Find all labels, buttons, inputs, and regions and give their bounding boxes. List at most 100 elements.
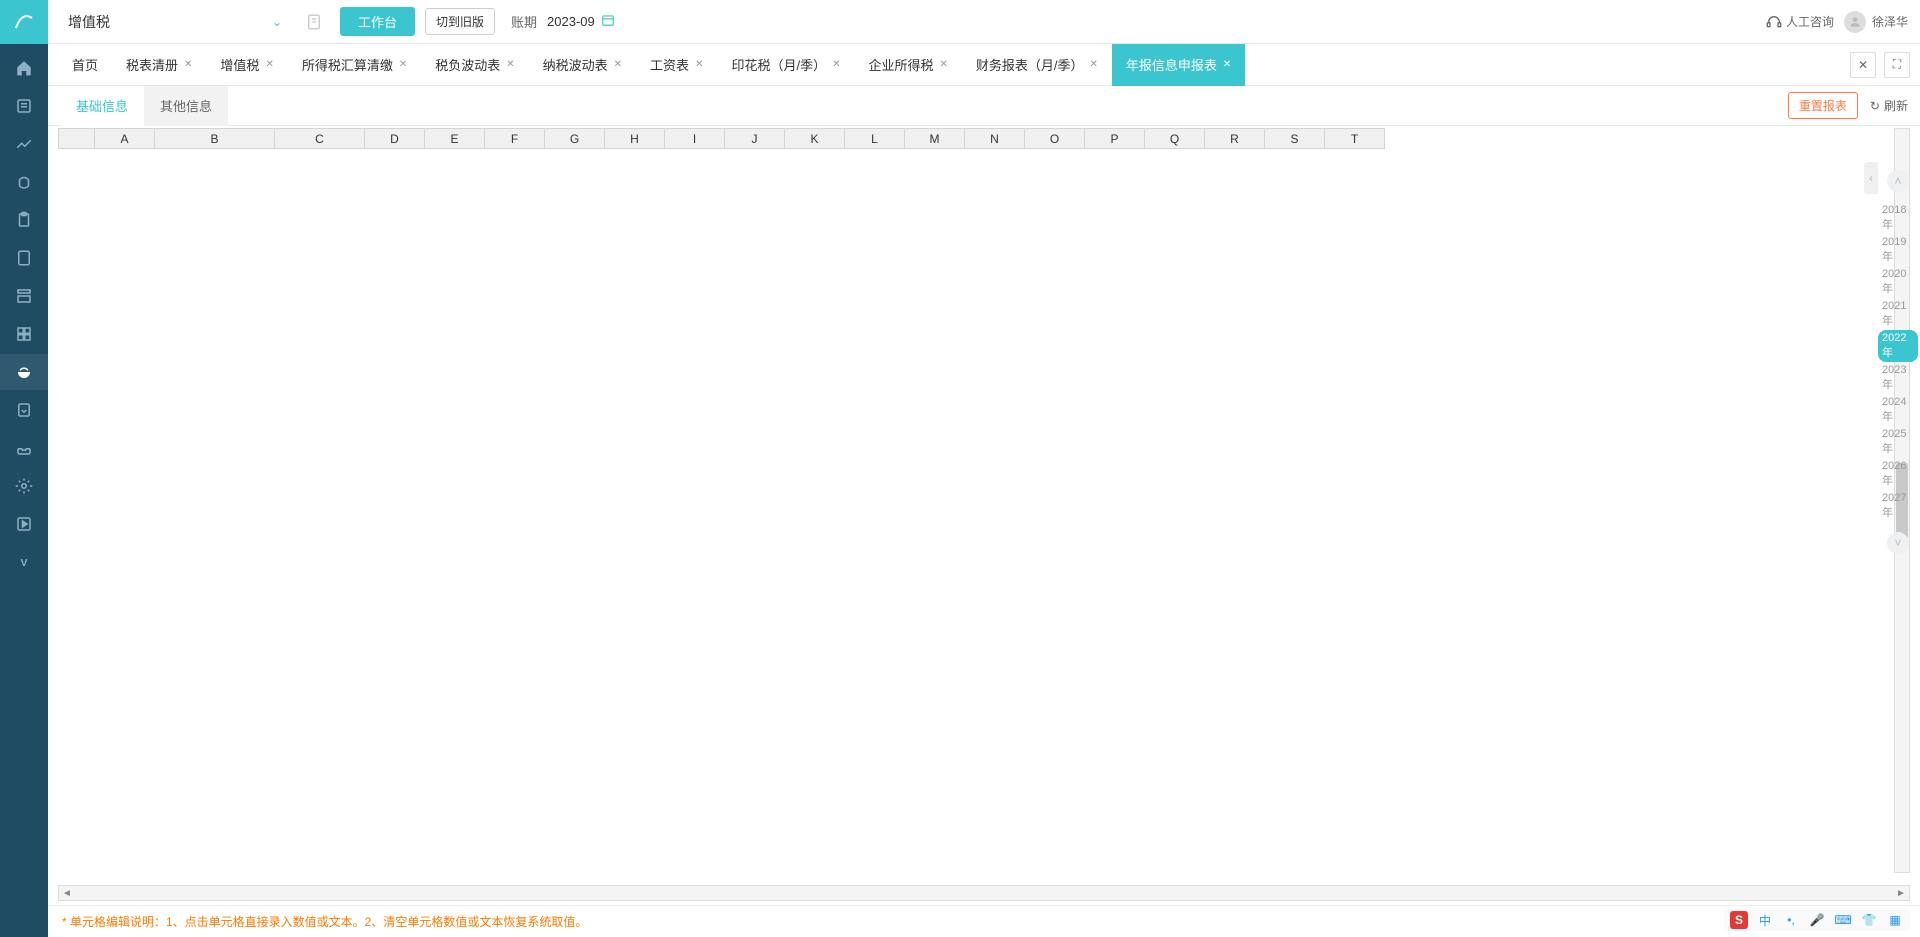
tab-2[interactable]: 增值税✕ <box>206 44 287 86</box>
tabbar: 首页税表清册✕增值税✕所得税汇算清缴✕税负波动表✕纳税波动表✕工资表✕印花税（月… <box>48 44 1920 86</box>
nav-clipboard[interactable] <box>0 202 48 238</box>
nav-template[interactable] <box>0 278 48 314</box>
ime-sogou-icon[interactable]: S <box>1730 911 1748 929</box>
expand-button[interactable]: ⛶ <box>1884 52 1910 78</box>
col-header[interactable]: T <box>1325 129 1385 149</box>
nav-grid[interactable] <box>0 316 48 352</box>
tab-9[interactable]: 财务报表（月/季）✕ <box>962 44 1112 86</box>
year-2025年[interactable]: 2025年 <box>1878 426 1918 458</box>
tab-7[interactable]: 印花税（月/季）✕ <box>717 44 854 86</box>
reset-button[interactable]: 重置报表 <box>1788 92 1858 119</box>
year-2027年[interactable]: 2027年 <box>1878 490 1918 522</box>
nav-inbox[interactable] <box>0 430 48 466</box>
tab-3[interactable]: 所得税汇算清缴✕ <box>288 44 421 86</box>
close-icon[interactable]: ✕ <box>399 59 407 70</box>
tab-0[interactable]: 首页 <box>58 44 112 86</box>
close-icon[interactable]: ✕ <box>184 59 192 70</box>
tab-label: 纳税波动表 <box>543 55 608 74</box>
scroll-right-icon[interactable]: ► <box>1893 886 1909 900</box>
calendar-icon[interactable] <box>601 13 615 30</box>
year-2023年[interactable]: 2023年 <box>1878 362 1918 394</box>
col-header[interactable]: Q <box>1145 129 1205 149</box>
tab-10[interactable]: 年报信息申报表✕ <box>1112 44 1245 86</box>
nav-chart[interactable] <box>0 126 48 162</box>
year-up-icon[interactable]: ˄ <box>1887 170 1909 192</box>
col-header[interactable]: E <box>425 129 485 149</box>
module-dropdown-label: 增值税 <box>68 12 110 32</box>
tab-6[interactable]: 工资表 ✕ <box>636 44 717 86</box>
horizontal-scrollbar[interactable]: ◄ ► <box>58 885 1910 901</box>
spreadsheet[interactable]: ABCDEFGHIJKLMNOPQRST <box>58 128 1910 885</box>
module-dropdown[interactable]: 增值税 ⌄ <box>60 12 300 32</box>
col-header[interactable]: O <box>1025 129 1085 149</box>
col-header[interactable]: K <box>785 129 845 149</box>
close-icon[interactable]: ✕ <box>265 59 273 70</box>
close-icon[interactable]: ✕ <box>1223 59 1231 70</box>
col-header[interactable]: G <box>545 129 605 149</box>
refresh-button[interactable]: ↻ 刷新 <box>1870 97 1908 114</box>
col-header[interactable]: J <box>725 129 785 149</box>
col-header[interactable]: H <box>605 129 665 149</box>
col-header[interactable]: I <box>665 129 725 149</box>
ime-tool-icon[interactable]: ▦ <box>1886 911 1904 929</box>
year-2026年[interactable]: 2026年 <box>1878 458 1918 490</box>
year-2024年[interactable]: 2024年 <box>1878 394 1918 426</box>
year-rail-toggle[interactable]: ‹ <box>1864 162 1878 194</box>
col-header[interactable]: F <box>485 129 545 149</box>
col-header[interactable]: P <box>1085 129 1145 149</box>
tab-label: 工资表 <box>650 55 689 74</box>
tab-4[interactable]: 税负波动表✕ <box>421 44 528 86</box>
col-header[interactable]: N <box>965 129 1025 149</box>
close-icon[interactable]: ✕ <box>832 59 840 70</box>
nav-ledger[interactable] <box>0 88 48 124</box>
col-header[interactable]: D <box>365 129 425 149</box>
year-2018年[interactable]: 2018年 <box>1878 202 1918 234</box>
col-header[interactable]: M <box>905 129 965 149</box>
support-link[interactable]: 人工咨询 <box>1766 13 1834 30</box>
nav-home[interactable] <box>0 50 48 86</box>
subtab-basic[interactable]: 基础信息 <box>60 86 144 126</box>
nav-calc[interactable] <box>0 240 48 276</box>
year-2021年[interactable]: 2021年 <box>1878 298 1918 330</box>
ime-punct-icon[interactable]: •, <box>1782 911 1800 929</box>
col-header[interactable]: C <box>275 129 365 149</box>
scroll-left-icon[interactable]: ◄ <box>59 886 75 900</box>
app-logo[interactable] <box>0 0 48 44</box>
col-header[interactable]: S <box>1265 129 1325 149</box>
year-down-icon[interactable]: ˅ <box>1887 532 1909 554</box>
ime-mic-icon[interactable]: 🎤 <box>1808 911 1826 929</box>
close-icon[interactable]: ✕ <box>506 59 514 70</box>
col-header[interactable]: B <box>155 129 275 149</box>
close-icon[interactable]: ✕ <box>939 59 947 70</box>
switch-version-button[interactable]: 切到旧版 <box>425 8 495 35</box>
col-header[interactable]: L <box>845 129 905 149</box>
col-header[interactable]: A <box>95 129 155 149</box>
close-all-button[interactable]: ✕ <box>1850 52 1876 78</box>
close-icon[interactable]: ✕ <box>695 59 703 70</box>
close-icon[interactable]: ✕ <box>614 59 622 70</box>
subtab-other[interactable]: 其他信息 <box>144 86 228 126</box>
user-menu[interactable]: 徐泽华 <box>1844 11 1908 33</box>
support-label: 人工咨询 <box>1786 13 1834 30</box>
ime-skin-icon[interactable]: 👕 <box>1860 911 1878 929</box>
nav-export[interactable] <box>0 392 48 428</box>
ime-lang-icon[interactable]: 中 <box>1756 911 1774 929</box>
col-header[interactable]: R <box>1205 129 1265 149</box>
period-value[interactable]: 2023-09 <box>547 14 595 29</box>
nav-play[interactable] <box>0 506 48 542</box>
ime-keyboard-icon[interactable]: ⌨ <box>1834 911 1852 929</box>
tab-1[interactable]: 税表清册✕ <box>112 44 206 86</box>
nav-settings[interactable] <box>0 468 48 504</box>
close-icon[interactable]: ✕ <box>1090 59 1098 70</box>
nav-v[interactable]: V <box>0 544 48 580</box>
year-2019年[interactable]: 2019年 <box>1878 234 1918 266</box>
workbench-button[interactable]: 工作台 <box>340 7 415 36</box>
tab-label: 首页 <box>72 55 98 74</box>
nav-bowl[interactable] <box>0 354 48 390</box>
tab-5[interactable]: 纳税波动表 ✕ <box>529 44 636 86</box>
tab-8[interactable]: 企业所得税✕ <box>854 44 961 86</box>
nav-money[interactable] <box>0 164 48 200</box>
year-2020年[interactable]: 2020年 <box>1878 266 1918 298</box>
doc-icon[interactable] <box>300 8 328 36</box>
year-2022年[interactable]: 2022年 <box>1878 330 1918 362</box>
